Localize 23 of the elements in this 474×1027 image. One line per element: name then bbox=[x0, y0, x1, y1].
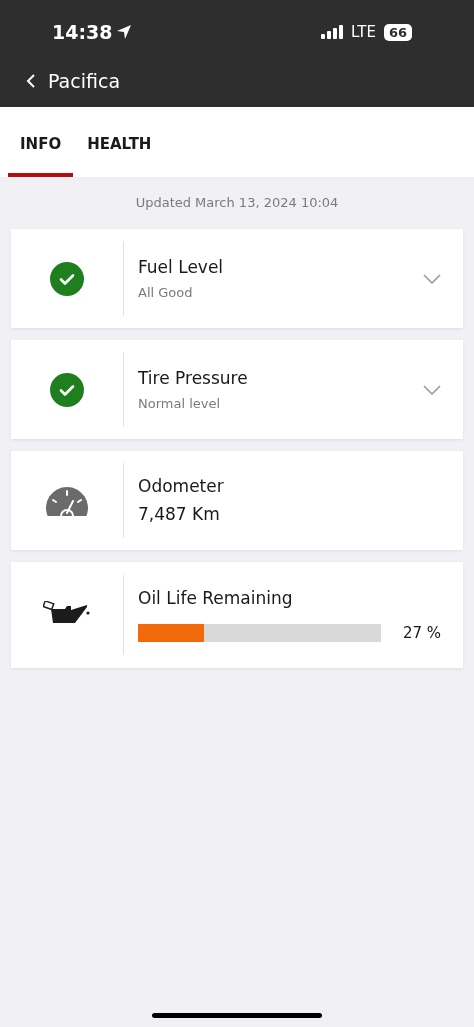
location-arrow-icon bbox=[116, 24, 133, 40]
card-title: Fuel Level bbox=[138, 256, 224, 279]
info-card[interactable]: Fuel Level All Good bbox=[11, 229, 463, 328]
signal-icon bbox=[320, 25, 345, 39]
tab[interactable]: INFO bbox=[8, 130, 74, 177]
card-title: Odometer bbox=[138, 475, 224, 498]
check-circle-icon bbox=[50, 372, 84, 407]
back-chevron-icon bbox=[26, 73, 36, 90]
network-label: LTE bbox=[350, 21, 376, 43]
status-time: 14:38 bbox=[52, 19, 113, 45]
gauge-icon bbox=[46, 485, 88, 516]
oil-life-reading: 27 % bbox=[402, 622, 441, 644]
updated-timestamp: Updated March 13, 2024 10:04 bbox=[135, 194, 339, 213]
card-title: Tire Pressure bbox=[138, 367, 248, 390]
odometer-value: 7,487 Km bbox=[138, 502, 221, 526]
tab[interactable]: HEALTH bbox=[75, 130, 164, 177]
card-subtitle: Normal level bbox=[138, 394, 222, 413]
check-circle-icon bbox=[50, 261, 84, 296]
back-button[interactable]: Pacifica bbox=[26, 67, 121, 96]
card-subtitle: All Good bbox=[138, 283, 194, 302]
battery-indicator: 66 bbox=[383, 23, 412, 41]
info-card[interactable]: Tire Pressure Normal level bbox=[11, 340, 463, 439]
card-title: Oil Life Remaining bbox=[138, 587, 294, 610]
